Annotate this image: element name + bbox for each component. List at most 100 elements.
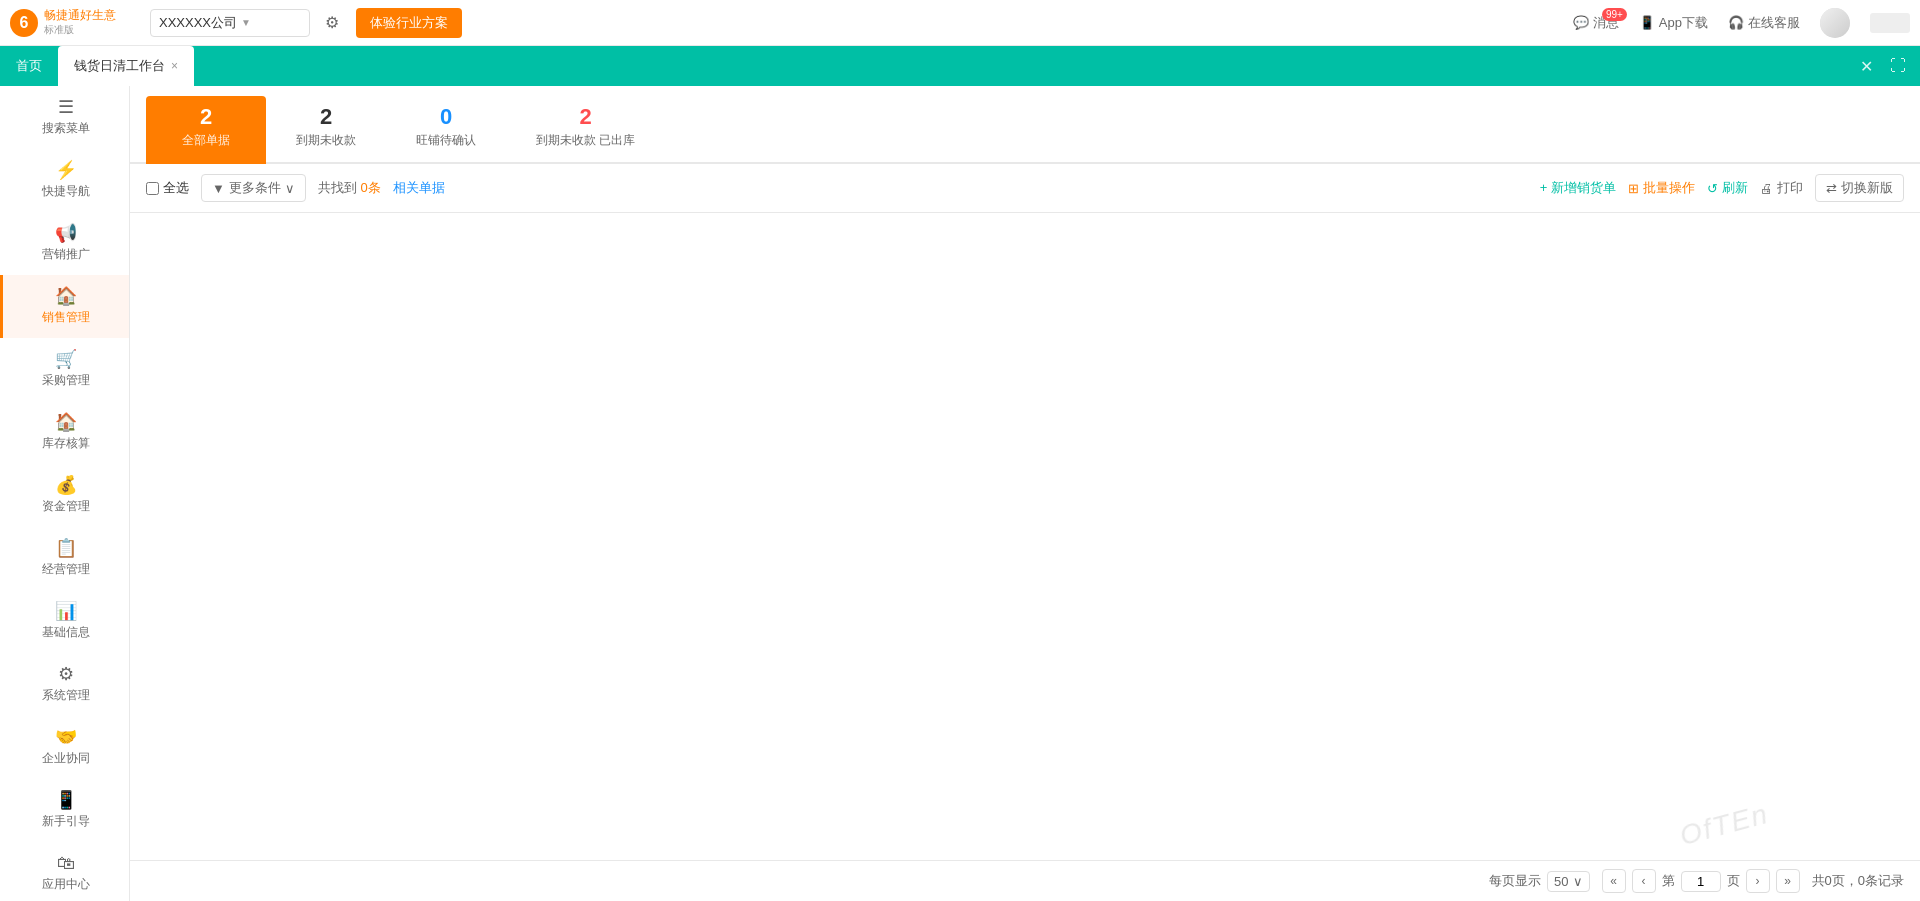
sidebar-label-search-menu: 搜索菜单: [42, 120, 90, 137]
sidebar-label-basic-info: 基础信息: [42, 624, 90, 641]
nav-tabs: 首页 钱货日清工作台 × ✕ ⛶: [0, 46, 1920, 86]
sidebar-label-finance: 资金管理: [42, 498, 90, 515]
system-icon: ⚙: [58, 665, 74, 683]
stat-label-wangpu: 旺铺待确认: [416, 132, 476, 149]
sidebar-item-sales[interactable]: 🏠 销售管理: [0, 275, 129, 338]
stat-tab-wangpu[interactable]: 0 旺铺待确认: [386, 96, 506, 164]
sidebar-item-app-center[interactable]: 🛍 应用中心: [0, 842, 129, 901]
prev-page-button[interactable]: ‹: [1632, 869, 1656, 893]
tab-active[interactable]: 钱货日清工作台 ×: [58, 46, 194, 86]
toolbar-right: + 新增销货单 ⊞ 批量操作 ↺ 刷新 🖨 打印 ⇄ 切换新版: [1540, 174, 1904, 202]
sidebar-item-purchase[interactable]: 🛒 采购管理: [0, 338, 129, 401]
top-header: 6 畅捷通好生意 标准版 XXXXXX公司 ▼ ⚙ 体验行业方案 💬 消息 99…: [0, 0, 1920, 46]
found-prefix: 共找到: [318, 180, 357, 195]
sidebar-label-purchase: 采购管理: [42, 372, 90, 389]
switch-icon: ⇄: [1826, 181, 1837, 196]
online-service-button[interactable]: 🎧 在线客服: [1728, 14, 1800, 32]
company-name: XXXXXX公司: [159, 14, 237, 32]
sidebar-label-app-center: 应用中心: [42, 876, 90, 893]
per-page-value: 50: [1554, 874, 1568, 889]
company-selector[interactable]: XXXXXX公司 ▼: [150, 9, 310, 37]
logo-sub: 标准版: [44, 23, 116, 37]
logo-text-area: 畅捷通好生意 标准版: [44, 8, 116, 38]
page-label: 第: [1662, 872, 1675, 890]
sidebar-item-guide[interactable]: 📱 新手引导: [0, 779, 129, 842]
avatar[interactable]: [1820, 8, 1850, 38]
logo-symbol: 6: [20, 14, 29, 32]
service-icon: 🎧: [1728, 15, 1744, 30]
marketing-icon: 📢: [55, 224, 77, 242]
per-page-label: 每页显示: [1489, 872, 1541, 890]
content-area: 2 全部单据 2 到期未收款 0 旺铺待确认 2 到期未收款 已出库 全选: [130, 86, 1920, 901]
tab-maximize-button[interactable]: ⛶: [1886, 54, 1910, 78]
avatar-image: [1820, 8, 1850, 38]
refresh-button[interactable]: ↺ 刷新: [1707, 179, 1748, 197]
sidebar-item-operation[interactable]: 📋 经营管理: [0, 527, 129, 590]
app-download-button[interactable]: 📱 App下载: [1639, 14, 1708, 32]
logo-area: 6 畅捷通好生意 标准版: [10, 8, 140, 38]
tab-home[interactable]: 首页: [0, 46, 58, 86]
stat-label-overdue-out: 到期未收款 已出库: [536, 132, 635, 149]
table-area: [130, 213, 1920, 860]
settings-button[interactable]: ⚙: [316, 7, 348, 39]
messages-button[interactable]: 💬 消息 99+: [1573, 14, 1619, 32]
stat-number-wangpu: 0: [440, 104, 452, 130]
per-page-chevron-icon: ∨: [1573, 874, 1583, 889]
batch-icon: ⊞: [1628, 181, 1639, 196]
select-all-checkbox[interactable]: [146, 182, 159, 195]
quick-nav-icon: ⚡: [55, 161, 77, 179]
stat-tab-overdue-out[interactable]: 2 到期未收款 已出库: [506, 96, 665, 164]
tab-close-window-button[interactable]: ✕: [1854, 54, 1878, 78]
sidebar-item-finance[interactable]: 💰 资金管理: [0, 464, 129, 527]
toolbar: 全选 ▼ 更多条件 ∨ 共找到 0条 相关单据 + 新增销货单 ⊞ 批量操作 ↺: [130, 164, 1920, 213]
next-page-icon: ›: [1756, 874, 1760, 888]
last-page-button[interactable]: »: [1776, 869, 1800, 893]
sidebar-label-system: 系统管理: [42, 687, 90, 704]
sidebar-item-marketing[interactable]: 📢 营销推广: [0, 212, 129, 275]
inventory-icon: 🏠: [55, 413, 77, 431]
sales-icon: 🏠: [55, 287, 77, 305]
sidebar-item-search-menu[interactable]: ☰ 搜索菜单: [0, 86, 129, 149]
filter-button[interactable]: ▼ 更多条件 ∨: [201, 174, 306, 202]
chevron-down-icon: ▼: [241, 17, 251, 28]
sidebar-item-system[interactable]: ⚙ 系统管理: [0, 653, 129, 716]
stat-tab-all[interactable]: 2 全部单据: [146, 96, 266, 164]
related-link[interactable]: 相关单据: [393, 179, 445, 197]
per-page-area: 每页显示 50 ∨: [1489, 871, 1589, 892]
page-input[interactable]: [1681, 871, 1721, 892]
per-page-select[interactable]: 50 ∨: [1547, 871, 1589, 892]
sidebar-label-inventory: 库存核算: [42, 435, 90, 452]
add-sales-order-button[interactable]: + 新增销货单: [1540, 179, 1616, 197]
sidebar-item-inventory[interactable]: 🏠 库存核算: [0, 401, 129, 464]
tab-close-icon[interactable]: ×: [171, 59, 178, 73]
first-page-button[interactable]: «: [1602, 869, 1626, 893]
enterprise-icon: 🤝: [55, 728, 77, 746]
prev-page-icon: ‹: [1642, 874, 1646, 888]
header-right: 💬 消息 99+ 📱 App下载 🎧 在线客服: [1573, 8, 1910, 38]
last-page-icon: »: [1784, 874, 1791, 888]
pagination: « ‹ 第 页 › »: [1602, 869, 1800, 893]
operation-icon: 📋: [55, 539, 77, 557]
batch-operation-button[interactable]: ⊞ 批量操作: [1628, 179, 1695, 197]
sidebar-item-enterprise[interactable]: 🤝 企业协同: [0, 716, 129, 779]
switch-version-button[interactable]: ⇄ 切换新版: [1815, 174, 1904, 202]
found-info: 共找到 0条: [318, 179, 381, 197]
filter-chevron-icon: ∨: [285, 181, 295, 196]
filter-icon: ▼: [212, 181, 225, 196]
app-center-icon: 🛍: [57, 854, 75, 872]
active-tab-label: 钱货日清工作台: [74, 57, 165, 75]
user-name-area: [1870, 13, 1910, 33]
home-tab-label: 首页: [16, 57, 42, 75]
trial-button[interactable]: 体验行业方案: [356, 8, 462, 38]
stat-tab-overdue[interactable]: 2 到期未收款: [266, 96, 386, 164]
page-suffix: 页: [1727, 872, 1740, 890]
sidebar-item-basic-info[interactable]: 📊 基础信息: [0, 590, 129, 653]
sidebar-item-quick-nav[interactable]: ⚡ 快捷导航: [0, 149, 129, 212]
batch-label: 批量操作: [1643, 179, 1695, 197]
select-all-area[interactable]: 全选: [146, 179, 189, 197]
download-icon: 📱: [1639, 15, 1655, 30]
next-page-button[interactable]: ›: [1746, 869, 1770, 893]
guide-icon: 📱: [55, 791, 77, 809]
refresh-icon: ↺: [1707, 181, 1718, 196]
print-button[interactable]: 🖨 打印: [1760, 179, 1803, 197]
